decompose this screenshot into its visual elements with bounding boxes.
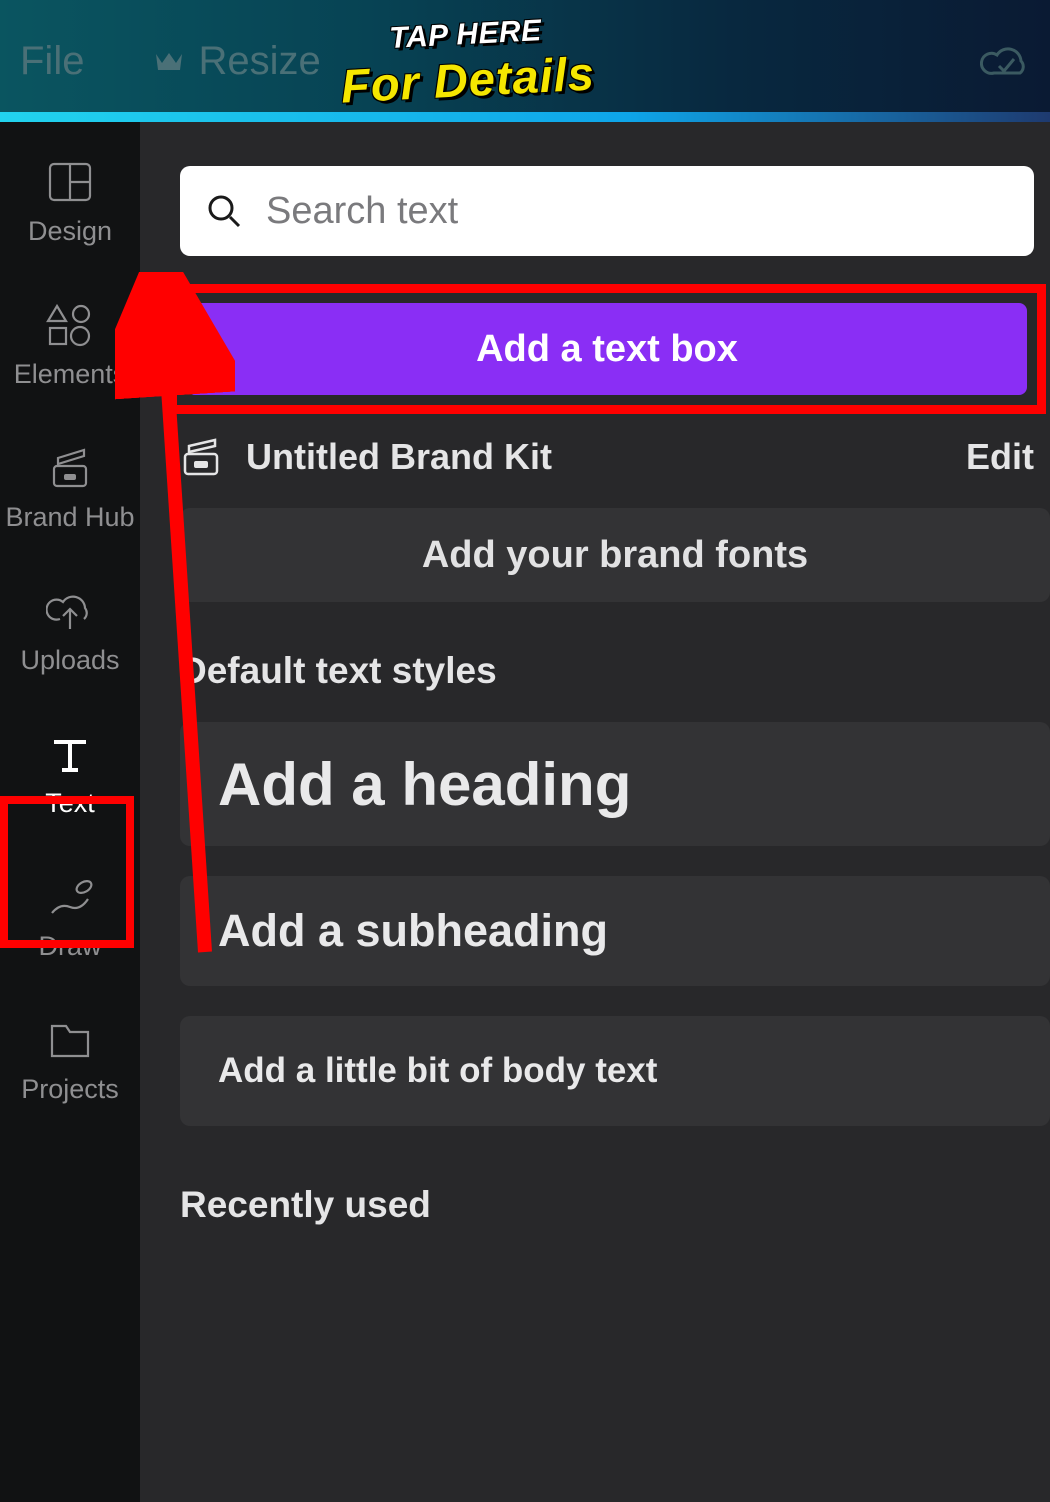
add-text-box-button[interactable]: Add a text box: [187, 303, 1027, 395]
add-brand-fonts-button[interactable]: Add your brand fonts: [180, 508, 1050, 602]
annotation-highlight-box: Add a text box: [168, 284, 1046, 414]
add-body-text-label: Add a little bit of body text: [218, 1051, 657, 1091]
sidebar-item-text[interactable]: Text: [0, 732, 140, 819]
annotation-line1: TAP HERE: [338, 11, 593, 58]
resize-menu-label: Resize: [198, 39, 320, 84]
search-icon: [206, 193, 242, 229]
folder-icon: [46, 1018, 94, 1062]
text-panel: Add a text box Untitled Brand Kit Edit A…: [140, 122, 1050, 1502]
templates-icon: [46, 160, 94, 204]
cloud-sync-icon[interactable]: [980, 41, 1030, 81]
recently-used-heading: Recently used: [180, 1184, 1050, 1226]
annotation-line2: For Details: [340, 45, 596, 113]
default-text-styles-heading: Default text styles: [180, 650, 1050, 692]
edit-brand-kit-link[interactable]: Edit: [966, 436, 1034, 478]
search-input[interactable]: [266, 190, 1008, 233]
sidebar-item-label: Projects: [21, 1074, 119, 1105]
sidebar-item-draw[interactable]: Draw: [0, 875, 140, 962]
add-heading-button[interactable]: Add a heading: [180, 722, 1050, 846]
top-menu-bar: File Resize TAP HERE For Details: [0, 0, 1050, 122]
search-box[interactable]: [180, 166, 1034, 256]
sidebar-item-uploads[interactable]: Uploads: [0, 589, 140, 676]
file-menu-label: File: [20, 39, 84, 84]
left-sidebar: Design Elements Brand Hub Uploads Text D…: [0, 122, 140, 1502]
brand-hub-icon: [46, 446, 94, 490]
sidebar-item-label: Brand Hub: [5, 502, 134, 533]
annotation-overlay: TAP HERE For Details: [338, 11, 596, 113]
brand-kit-name: Untitled Brand Kit: [246, 436, 552, 478]
resize-menu[interactable]: Resize: [154, 39, 320, 84]
add-heading-label: Add a heading: [218, 750, 631, 819]
sidebar-item-label: Draw: [38, 931, 101, 962]
add-subheading-button[interactable]: Add a subheading: [180, 876, 1050, 986]
sidebar-item-projects[interactable]: Projects: [0, 1018, 140, 1105]
draw-pen-icon: [46, 875, 94, 919]
upload-cloud-icon: [46, 589, 94, 633]
sidebar-item-label: Elements: [14, 359, 127, 390]
sidebar-item-label: Text: [45, 788, 95, 819]
shapes-icon: [46, 303, 94, 347]
sidebar-item-brand-hub[interactable]: Brand Hub: [0, 446, 140, 533]
add-subheading-label: Add a subheading: [218, 905, 608, 957]
brand-kit-icon: [180, 437, 222, 477]
sidebar-item-label: Uploads: [20, 645, 119, 676]
sidebar-item-design[interactable]: Design: [0, 160, 140, 247]
brand-kit-row: Untitled Brand Kit Edit: [180, 436, 1034, 478]
add-body-text-button[interactable]: Add a little bit of body text: [180, 1016, 1050, 1126]
sidebar-item-elements[interactable]: Elements: [0, 303, 140, 390]
add-text-box-label: Add a text box: [476, 328, 738, 371]
crown-icon: [154, 50, 184, 72]
file-menu[interactable]: File: [20, 39, 84, 84]
sidebar-item-label: Design: [28, 216, 112, 247]
add-brand-fonts-label: Add your brand fonts: [422, 534, 808, 577]
text-icon: [46, 732, 94, 776]
